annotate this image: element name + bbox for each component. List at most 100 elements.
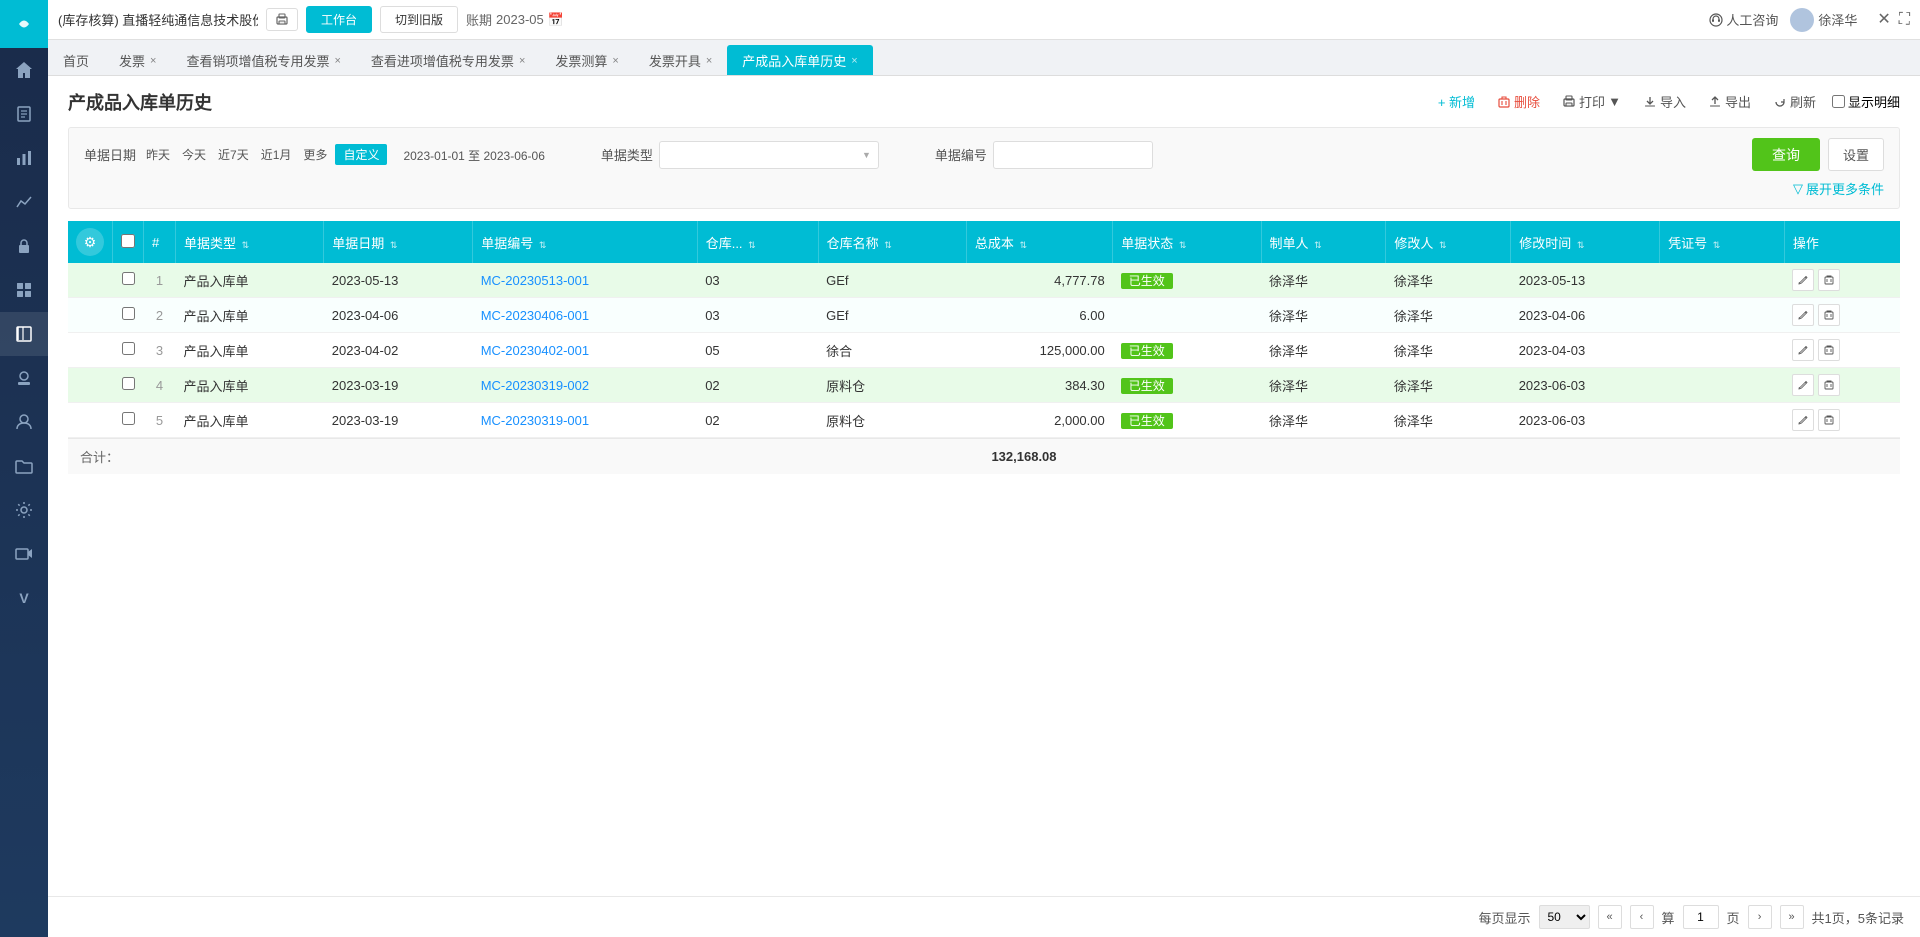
col-creator-header[interactable]: 制单人 ⇅ — [1261, 221, 1386, 263]
last-page-btn[interactable]: » — [1780, 905, 1804, 929]
col-modifier-header[interactable]: 修改人 ⇅ — [1386, 221, 1511, 263]
show-detail-toggle[interactable]: 显示明细 — [1832, 92, 1900, 111]
import-button[interactable]: 导入 — [1637, 88, 1692, 115]
row-check-1[interactable] — [122, 307, 135, 320]
tab-check-sales-close[interactable]: × — [334, 55, 340, 67]
col-type-header[interactable]: 单据类型 ⇅ — [176, 221, 324, 263]
next-page-btn[interactable]: › — [1748, 905, 1772, 929]
tab-check-purchase[interactable]: 查看进项增值税专用发票 × — [356, 45, 540, 75]
workbench-button[interactable]: 工作台 — [306, 6, 372, 33]
tab-invoice-close[interactable]: × — [150, 55, 156, 67]
filter-yesterday-btn[interactable]: 昨天 — [142, 145, 174, 164]
export-button[interactable]: 导出 — [1702, 88, 1757, 115]
sidebar-item-doc[interactable] — [0, 92, 48, 136]
row-edit-btn-2[interactable] — [1792, 339, 1814, 361]
col-voucher-header[interactable]: 凭证号 ⇅ — [1660, 221, 1785, 263]
tab-check-purchase-close[interactable]: × — [519, 55, 525, 67]
page-size-select[interactable]: 50 100 200 — [1539, 905, 1590, 929]
filter-today-btn[interactable]: 今天 — [178, 145, 210, 164]
row-delete-btn-3[interactable] — [1818, 374, 1840, 396]
refresh-button[interactable]: 刷新 — [1767, 88, 1822, 115]
delete-button[interactable]: 删除 — [1491, 88, 1546, 115]
col-total-cost-header[interactable]: 总成本 ⇅ — [966, 221, 1112, 263]
row-check-2[interactable] — [122, 342, 135, 355]
tab-calc-close[interactable]: × — [612, 55, 618, 67]
sidebar-item-person[interactable] — [0, 400, 48, 444]
row-delete-btn-0[interactable] — [1818, 269, 1840, 291]
row-billno-link-3[interactable]: MC-20230319-002 — [481, 378, 589, 393]
setting-button[interactable]: 设置 — [1828, 138, 1884, 171]
print-button[interactable]: 打印 ▼ — [1556, 88, 1627, 115]
tab-calc[interactable]: 发票测算 × — [540, 45, 633, 75]
sidebar-item-home[interactable] — [0, 48, 48, 92]
sidebar-item-grid[interactable] — [0, 268, 48, 312]
print-btn-top[interactable] — [266, 8, 298, 31]
company-selector[interactable]: (库存核算) 直播轻纯通信息技术股份... ▼ — [58, 10, 258, 29]
sidebar-item-chart[interactable] — [0, 136, 48, 180]
row-check-4[interactable] — [122, 412, 135, 425]
total-records-label: 共1页，5条记录 — [1812, 908, 1904, 927]
row-delete-btn-2[interactable] — [1818, 339, 1840, 361]
expand-more-btn[interactable]: ▽ 展开更多条件 — [1793, 179, 1884, 198]
sidebar-item-video[interactable] — [0, 532, 48, 576]
customer-service-btn[interactable]: 人工咨询 — [1709, 10, 1778, 29]
tab-product-history-label: 产成品入库单历史 — [742, 51, 846, 70]
col-billno-header[interactable]: 单据编号 ⇅ — [473, 221, 698, 263]
tab-open-close[interactable]: × — [706, 55, 712, 67]
col-modify-time-header[interactable]: 修改时间 ⇅ — [1511, 221, 1660, 263]
add-button[interactable]: + 新增 — [1432, 88, 1481, 115]
row-billno-link-4[interactable]: MC-20230319-001 — [481, 413, 589, 428]
period-calendar-icon[interactable]: 📅 — [548, 12, 564, 28]
user-info-btn[interactable]: 徐泽华 — [1790, 8, 1857, 32]
row-billno-link-1[interactable]: MC-20230406-001 — [481, 308, 589, 323]
period-value: 2023-05 — [496, 12, 544, 27]
row-date-4: 2023-03-19 — [324, 403, 473, 438]
tab-invoice[interactable]: 发票 × — [104, 45, 171, 75]
sidebar-item-stamp[interactable] — [0, 356, 48, 400]
select-all-checkbox[interactable] — [121, 234, 135, 248]
row-edit-btn-4[interactable] — [1792, 409, 1814, 431]
filter-1month-btn[interactable]: 近1月 — [257, 145, 296, 164]
filter-more-btn[interactable]: 更多 — [299, 145, 331, 164]
tab-check-sales[interactable]: 查看销项增值税专用发票 × — [171, 45, 355, 75]
tab-home[interactable]: 首页 — [48, 45, 104, 75]
col-settings-icon[interactable]: ⚙ — [76, 228, 104, 256]
switch-old-btn[interactable]: 切到旧版 — [380, 6, 458, 33]
tab-open[interactable]: 发票开具 × — [634, 45, 727, 75]
col-warehouse-name-header[interactable]: 仓库名称 ⇅ — [818, 221, 966, 263]
show-detail-checkbox[interactable] — [1832, 95, 1845, 108]
row-check-3[interactable] — [122, 377, 135, 390]
row-edit-btn-0[interactable] — [1792, 269, 1814, 291]
filter-7days-btn[interactable]: 近7天 — [214, 145, 253, 164]
tab-product-history[interactable]: 产成品入库单历史 × — [727, 45, 872, 75]
row-billno-link-0[interactable]: MC-20230513-001 — [481, 273, 589, 288]
col-settings-header[interactable]: ⚙ — [68, 221, 113, 263]
sidebar-item-v[interactable]: V — [0, 576, 48, 620]
sidebar-item-lock[interactable] — [0, 224, 48, 268]
tab-product-history-close[interactable]: × — [851, 55, 857, 67]
first-page-btn[interactable]: « — [1598, 905, 1622, 929]
row-warehouse-name-0: GEf — [818, 263, 966, 298]
row-edit-btn-3[interactable] — [1792, 374, 1814, 396]
col-warehouse-no-header[interactable]: 仓库... ⇅ — [697, 221, 818, 263]
row-delete-btn-1[interactable] — [1818, 304, 1840, 326]
row-delete-btn-4[interactable] — [1818, 409, 1840, 431]
window-maximize-btn[interactable]: ⛶ — [1899, 12, 1910, 28]
row-edit-btn-1[interactable] — [1792, 304, 1814, 326]
row-check-0[interactable] — [122, 272, 135, 285]
current-page-input[interactable] — [1683, 905, 1719, 929]
filter-num-input[interactable] — [993, 141, 1153, 169]
col-status-header[interactable]: 单据状态 ⇅ — [1113, 221, 1261, 263]
filter-type-select[interactable]: 产品入库单 — [659, 141, 879, 169]
prev-page-btn[interactable]: ‹ — [1630, 905, 1654, 929]
sidebar-item-book[interactable] — [0, 312, 48, 356]
filter-custom-btn[interactable]: 自定义 — [335, 144, 387, 165]
window-close-btn[interactable]: ✕ — [1877, 12, 1890, 28]
status-badge-0: 已生效 — [1121, 273, 1173, 289]
sidebar-item-settings[interactable] — [0, 488, 48, 532]
col-date-header[interactable]: 单据日期 ⇅ — [324, 221, 473, 263]
sidebar-item-analytics[interactable] — [0, 180, 48, 224]
query-button[interactable]: 查询 — [1752, 138, 1820, 171]
sidebar-item-folder[interactable] — [0, 444, 48, 488]
row-billno-link-2[interactable]: MC-20230402-001 — [481, 343, 589, 358]
